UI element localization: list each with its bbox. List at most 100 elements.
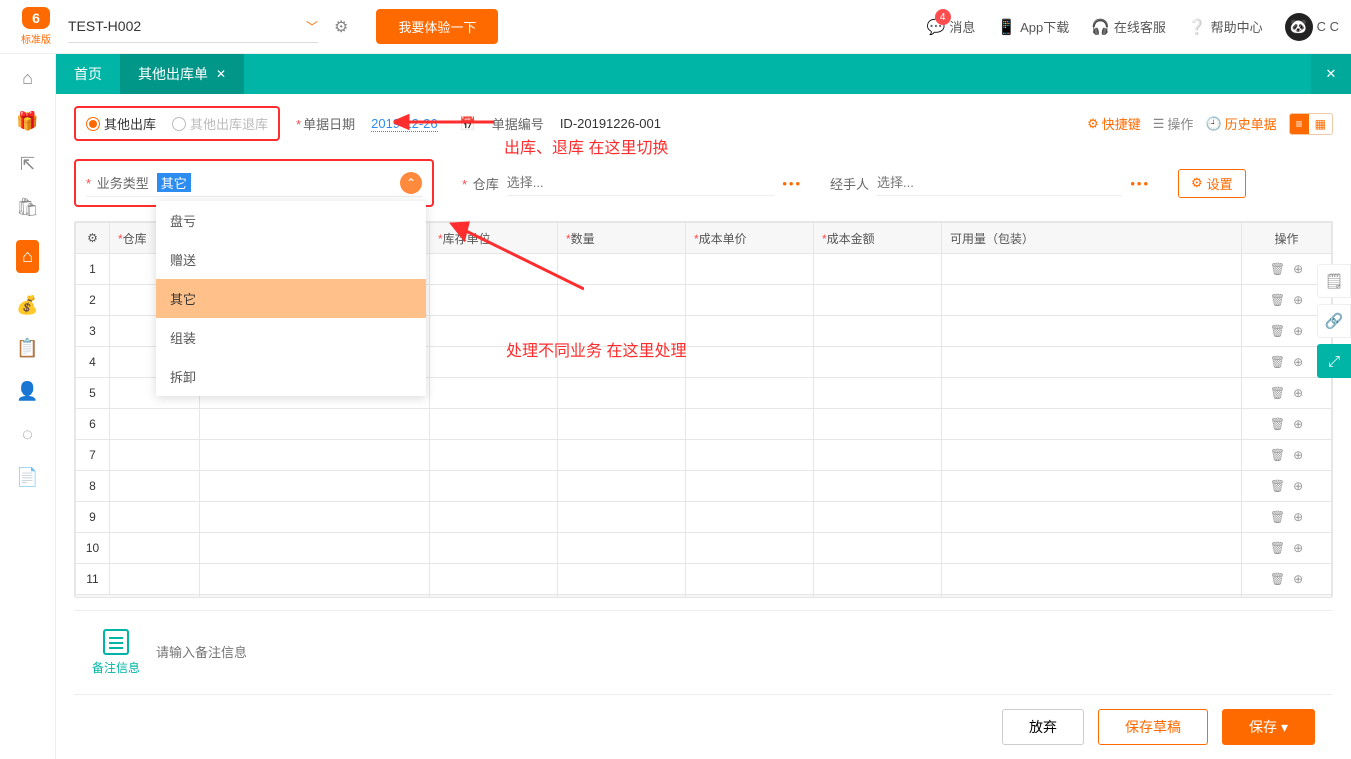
radio-outbound[interactable]: 其他出库 (86, 114, 156, 133)
org-input[interactable] (68, 18, 306, 34)
table-row[interactable]: 9 🗑⊕ (76, 502, 1332, 533)
add-row-icon[interactable]: ⊕ (1293, 262, 1303, 276)
handler-more-icon[interactable]: ••• (1130, 176, 1150, 191)
handler-label: 经手人 (830, 174, 869, 193)
add-row-icon[interactable]: ⊕ (1293, 479, 1303, 493)
note-rail-icon[interactable]: 🗒 (1317, 264, 1351, 298)
delete-row-icon[interactable]: 🗑 (1270, 262, 1285, 276)
out-return-radio-group: 其他出库 其他出库退库 (74, 106, 280, 141)
user-menu[interactable]: 🐼 C C (1285, 13, 1339, 41)
add-row-icon[interactable]: ⊕ (1293, 448, 1303, 462)
refresh-icon[interactable]: ◌ (22, 424, 33, 445)
close-panel-icon[interactable]: ✕ (1311, 54, 1351, 94)
save-button[interactable]: 保存 ▾ (1222, 709, 1315, 745)
close-tab-icon[interactable]: ✕ (216, 67, 226, 81)
biztype-label: * 业务类型 (86, 173, 149, 192)
remark-section: 备注信息 (74, 610, 1333, 694)
operate-link[interactable]: ☰ 操作 (1153, 114, 1194, 133)
table-row[interactable]: 8 🗑⊕ (76, 471, 1332, 502)
bag-icon[interactable]: 🛍 (16, 197, 39, 218)
add-row-icon[interactable]: ⊕ (1293, 541, 1303, 555)
new-icon[interactable]: 📄 (16, 467, 38, 488)
clipboard-icon[interactable]: 📋 (16, 338, 38, 359)
add-row-icon[interactable]: ⊕ (1293, 417, 1303, 431)
annotation-process: 处理不同业务 在这里处理 (506, 337, 686, 361)
warehouse-icon[interactable]: ⌂ (16, 240, 39, 273)
table-row[interactable]: 10 🗑⊕ (76, 533, 1332, 564)
radio-return[interactable]: 其他出库退库 (172, 114, 268, 133)
delete-row-icon[interactable]: 🗑 (1270, 541, 1285, 555)
help-icon: ❔ (1188, 18, 1207, 36)
tab-other-outbound[interactable]: 其他出库单 ✕ (120, 54, 244, 94)
discard-button[interactable]: 放弃 (1002, 709, 1084, 745)
expand-rail-icon[interactable]: ⤢ (1317, 344, 1351, 378)
col-cost-unit: *成本单价 (686, 223, 814, 254)
delete-row-icon[interactable]: 🗑 (1270, 510, 1285, 524)
table-row[interactable]: 6 🗑⊕ (76, 409, 1332, 440)
delete-row-icon[interactable]: 🗑 (1270, 355, 1285, 369)
history-link[interactable]: 🕘 历史单据 (1205, 114, 1276, 133)
delete-row-icon[interactable]: 🗑 (1270, 479, 1285, 493)
messages-button[interactable]: 💬 4 消息 (927, 17, 976, 36)
warehouse-input[interactable] (507, 170, 775, 196)
phone-icon: 📱 (997, 18, 1016, 36)
dropdown-item[interactable]: 其它 (156, 279, 426, 318)
table-row[interactable]: 7 🗑⊕ (76, 440, 1332, 471)
chevron-down-icon: ▾ (1281, 719, 1288, 736)
app-download-label: App下载 (1020, 17, 1069, 36)
view-list-icon[interactable]: ≡ (1290, 114, 1309, 134)
app-download-button[interactable]: 📱 App下载 (997, 17, 1069, 36)
business-type-box: * 业务类型 其它 ⌃ 盘亏赠送其它组装拆卸 (74, 159, 434, 207)
left-rail: ⌂ 🎁 ⇱ 🛍 ⌂ 💰 📋 👤 ◌ 📄 (0, 54, 56, 759)
save-draft-button[interactable]: 保存草稿 (1098, 709, 1208, 745)
handler-input[interactable] (877, 170, 1122, 196)
warehouse-more-icon[interactable]: ••• (782, 176, 802, 191)
org-select[interactable]: ﹀ (68, 11, 318, 43)
dropdown-item[interactable]: 赠送 (156, 240, 426, 279)
remark-input[interactable] (156, 645, 1315, 660)
support-button[interactable]: 🎧 在线客服 (1091, 17, 1166, 36)
add-row-icon[interactable]: ⊕ (1293, 324, 1303, 338)
tab-home[interactable]: 首页 (56, 54, 120, 94)
link-rail-icon[interactable]: 🔗 (1317, 304, 1351, 338)
shortcut-link[interactable]: ⚙ 快捷键 (1087, 114, 1141, 133)
delete-row-icon[interactable]: 🗑 (1270, 417, 1285, 431)
add-row-icon[interactable]: ⊕ (1293, 386, 1303, 400)
biztype-value[interactable]: 其它 (157, 173, 191, 192)
logo-text: 标准版 (21, 31, 51, 46)
add-row-icon[interactable]: ⊕ (1293, 355, 1303, 369)
support-label: 在线客服 (1114, 17, 1166, 36)
logo-mark: 6 (22, 7, 50, 29)
contact-icon[interactable]: 👤 (16, 381, 38, 402)
add-row-icon[interactable]: ⊕ (1293, 293, 1303, 307)
table-row[interactable]: 11 🗑⊕ (76, 564, 1332, 595)
cta-button[interactable]: 我要体验一下 (376, 9, 498, 44)
arrow-annotation-1 (394, 114, 494, 130)
dropdown-item[interactable]: 盘亏 (156, 201, 426, 240)
chevron-up-icon[interactable]: ⌃ (400, 172, 422, 194)
delete-row-icon[interactable]: 🗑 (1270, 293, 1285, 307)
home-icon[interactable]: ⌂ (22, 68, 33, 89)
inbound-icon[interactable]: ⇱ (20, 154, 35, 175)
dropdown-item[interactable]: 拆卸 (156, 357, 426, 396)
add-row-icon[interactable]: ⊕ (1293, 510, 1303, 524)
warehouse-label: * 仓库 (462, 174, 499, 193)
dropdown-item[interactable]: 组装 (156, 318, 426, 357)
chevron-down-icon[interactable]: ﹀ (306, 18, 318, 35)
delete-row-icon[interactable]: 🗑 (1270, 448, 1285, 462)
delete-row-icon[interactable]: 🗑 (1270, 386, 1285, 400)
view-grid-icon[interactable]: ▦ (1309, 114, 1332, 134)
add-row-icon[interactable]: ⊕ (1293, 572, 1303, 586)
view-toggle: ≡ ▦ (1289, 113, 1333, 135)
col-gear[interactable]: ⚙ (76, 223, 110, 254)
doc-row-2: * 业务类型 其它 ⌃ 盘亏赠送其它组装拆卸 * 仓库 ••• 经手人 ••• (74, 159, 1333, 207)
help-button[interactable]: ❔ 帮助中心 (1188, 17, 1263, 36)
money-icon[interactable]: 💰 (16, 295, 38, 316)
doc-number-value: ID-20191226-001 (560, 116, 661, 131)
gear-icon[interactable]: ⚙ (334, 17, 348, 37)
settings-button[interactable]: ⚙ 设置 (1178, 169, 1246, 198)
topbar-right: 💬 4 消息 📱 App下载 🎧 在线客服 ❔ 帮助中心 🐼 C C (927, 13, 1339, 41)
delete-row-icon[interactable]: 🗑 (1270, 572, 1285, 586)
gift-icon[interactable]: 🎁 (16, 111, 38, 132)
delete-row-icon[interactable]: 🗑 (1270, 324, 1285, 338)
